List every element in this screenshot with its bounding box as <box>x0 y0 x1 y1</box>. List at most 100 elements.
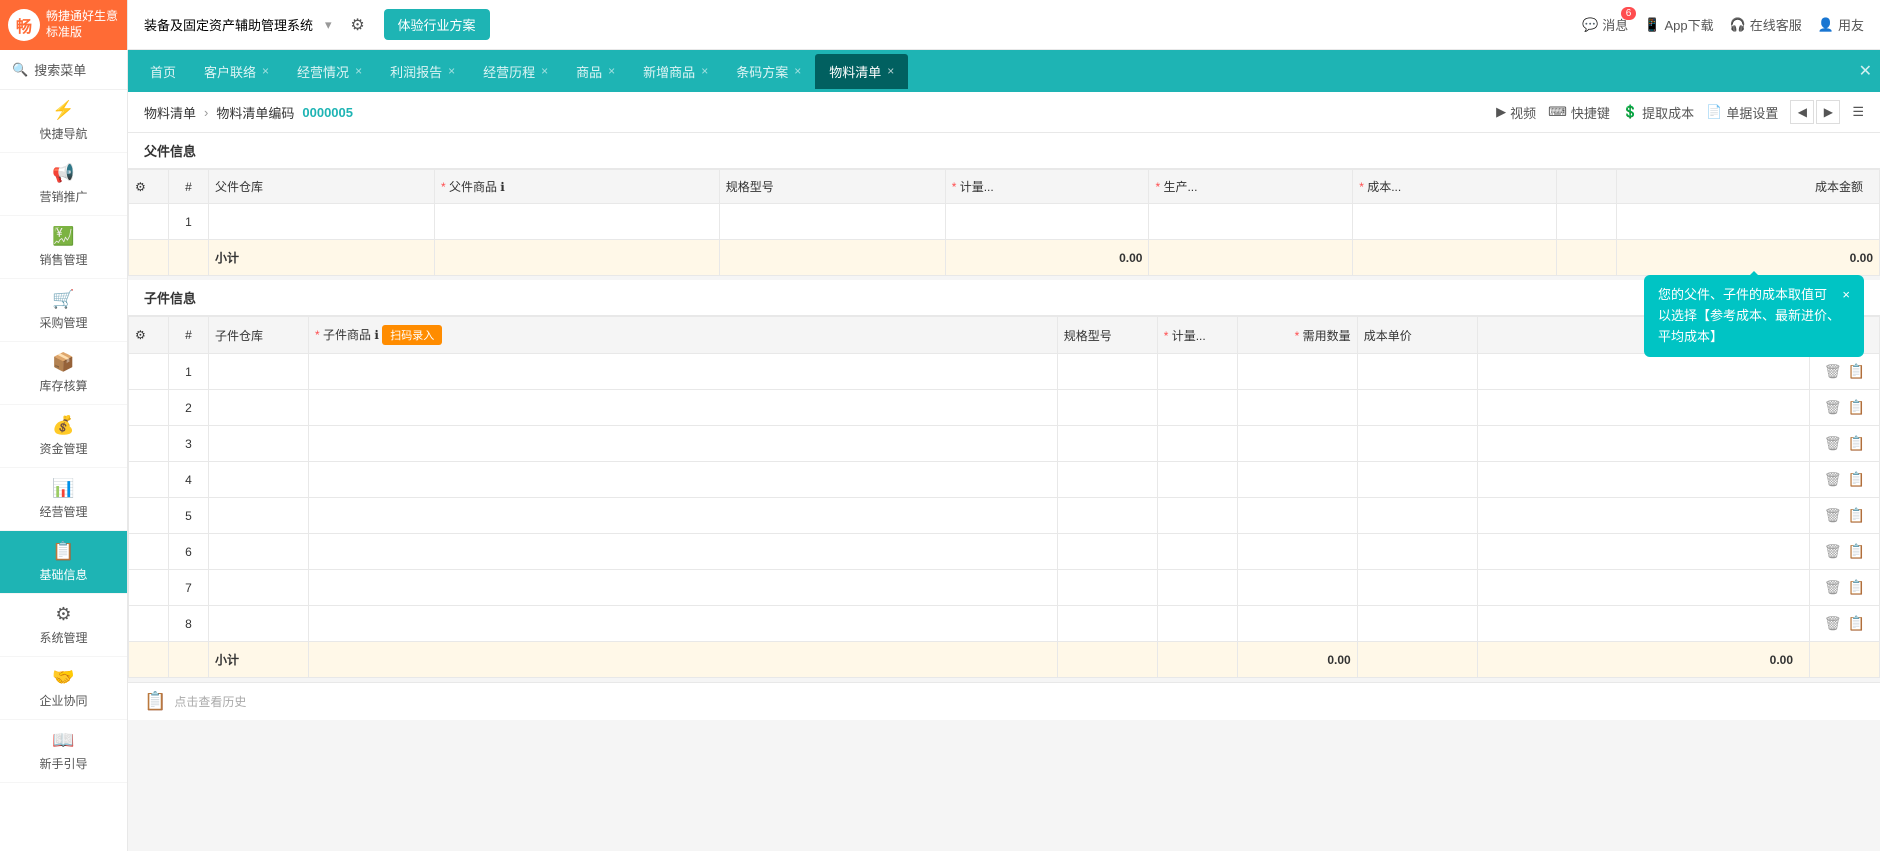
copy-icon-1[interactable]: 📋 <box>1848 399 1865 416</box>
delete-icon-6[interactable]: 🗑 <box>1824 579 1842 596</box>
copy-icon-0[interactable]: 📋 <box>1848 363 1865 380</box>
tab-bom-close[interactable]: × <box>887 64 894 78</box>
tab-history[interactable]: 经营历程 × <box>469 54 562 89</box>
child-row-warehouse-3[interactable] <box>209 462 309 498</box>
setting-button[interactable]: 📄 单据设置 <box>1706 103 1778 122</box>
copy-icon-3[interactable]: 📋 <box>1848 471 1865 488</box>
child-row-quantity-3[interactable] <box>1237 462 1357 498</box>
copy-icon-4[interactable]: 📋 <box>1848 507 1865 524</box>
tab-bom[interactable]: 物料清单 × <box>815 54 908 89</box>
child-row-spec-1[interactable] <box>1057 390 1157 426</box>
child-row-quantity-4[interactable] <box>1237 498 1357 534</box>
parent-row-spec[interactable] <box>719 204 945 240</box>
sidebar-item-system[interactable]: ⚙ 系统管理 <box>0 594 127 657</box>
child-row-quantity-5[interactable] <box>1237 534 1357 570</box>
shortcut-button[interactable]: ⌨ 快捷键 <box>1548 103 1610 122</box>
user-menu[interactable]: 👤 用友 <box>1818 15 1864 34</box>
child-row-unit-2[interactable] <box>1157 426 1237 462</box>
sidebar-item-enterprise[interactable]: 🤝 企业协同 <box>0 657 127 720</box>
cost-button[interactable]: 💲 提取成本 <box>1622 103 1694 122</box>
dropdown-arrow-icon[interactable]: ▾ <box>325 17 332 33</box>
parent-row-cost[interactable] <box>1353 204 1557 240</box>
child-row-unit-price-7[interactable] <box>1357 606 1477 642</box>
breadcrumb-bom[interactable]: 物料清单 <box>144 103 196 122</box>
tab-profit-close[interactable]: × <box>448 64 455 78</box>
tooltip-close-button[interactable]: × <box>1842 285 1850 306</box>
experience-button[interactable]: 体验行业方案 <box>384 9 490 40</box>
prev-arrow[interactable]: ◀ <box>1790 100 1814 124</box>
sidebar-item-finance[interactable]: 💰 资金管理 <box>0 405 127 468</box>
child-col-settings[interactable]: ⚙ <box>129 317 169 354</box>
sidebar-item-quick-nav[interactable]: ⚡ 快捷导航 <box>0 90 127 153</box>
child-row-warehouse-2[interactable] <box>209 426 309 462</box>
child-row-unit-3[interactable] <box>1157 462 1237 498</box>
sidebar-item-sales[interactable]: 💹 销售管理 <box>0 216 127 279</box>
delete-icon-5[interactable]: 🗑 <box>1824 543 1842 560</box>
child-row-spec-3[interactable] <box>1057 462 1157 498</box>
child-row-spec-7[interactable] <box>1057 606 1157 642</box>
search-menu-item[interactable]: 🔍 搜索菜单 <box>0 50 127 90</box>
copy-icon-5[interactable]: 📋 <box>1848 543 1865 560</box>
child-row-product-4[interactable] <box>309 498 1058 534</box>
sidebar-item-inventory[interactable]: 📦 库存核算 <box>0 342 127 405</box>
message-button[interactable]: 💬 消息 6 <box>1582 15 1628 34</box>
child-row-warehouse-6[interactable] <box>209 570 309 606</box>
online-service-button[interactable]: 🎧 在线客服 <box>1730 15 1802 34</box>
child-row-quantity-1[interactable] <box>1237 390 1357 426</box>
delete-icon-2[interactable]: 🗑 <box>1824 435 1842 452</box>
scan-button[interactable]: 扫码录入 <box>382 325 442 345</box>
child-row-unit-price-4[interactable] <box>1357 498 1477 534</box>
child-row-unit-price-5[interactable] <box>1357 534 1477 570</box>
child-row-product-1[interactable] <box>309 390 1058 426</box>
delete-icon-1[interactable]: 🗑 <box>1824 399 1842 416</box>
child-row-quantity-7[interactable] <box>1237 606 1357 642</box>
delete-icon-0[interactable]: 🗑 <box>1824 363 1842 380</box>
tab-barcode-close[interactable]: × <box>794 64 801 78</box>
child-row-unit-price-0[interactable] <box>1357 354 1477 390</box>
child-row-product-3[interactable] <box>309 462 1058 498</box>
child-row-unit-price-6[interactable] <box>1357 570 1477 606</box>
delete-icon-3[interactable]: 🗑 <box>1824 471 1842 488</box>
child-row-quantity-6[interactable] <box>1237 570 1357 606</box>
child-row-unit-price-2[interactable] <box>1357 426 1477 462</box>
close-all-tabs[interactable]: ✕ <box>1859 61 1872 81</box>
child-row-unit-6[interactable] <box>1157 570 1237 606</box>
copy-icon-6[interactable]: 📋 <box>1848 579 1865 596</box>
app-download-button[interactable]: 📱 App下载 <box>1644 15 1713 34</box>
delete-icon-4[interactable]: 🗑 <box>1824 507 1842 524</box>
child-row-unit-1[interactable] <box>1157 390 1237 426</box>
child-row-product-2[interactable] <box>309 426 1058 462</box>
settings-gear-button[interactable]: ⚙ <box>344 11 372 39</box>
child-row-quantity-2[interactable] <box>1237 426 1357 462</box>
child-row-spec-2[interactable] <box>1057 426 1157 462</box>
view-button[interactable]: ▶ 视频 <box>1496 103 1536 122</box>
tab-product-close[interactable]: × <box>608 64 615 78</box>
child-row-product-5[interactable] <box>309 534 1058 570</box>
child-row-unit-price-3[interactable] <box>1357 462 1477 498</box>
child-row-spec-5[interactable] <box>1057 534 1157 570</box>
child-row-warehouse-7[interactable] <box>209 606 309 642</box>
sidebar-item-basic-info[interactable]: 📋 基础信息 <box>0 531 127 594</box>
child-row-product-0[interactable] <box>309 354 1058 390</box>
tab-home[interactable]: 首页 <box>136 54 190 89</box>
parent-row-unit[interactable] <box>945 204 1149 240</box>
child-row-product-6[interactable] <box>309 570 1058 606</box>
copy-icon-2[interactable]: 📋 <box>1848 435 1865 452</box>
child-row-warehouse-4[interactable] <box>209 498 309 534</box>
tab-add-product-close[interactable]: × <box>701 64 708 78</box>
child-row-unit-7[interactable] <box>1157 606 1237 642</box>
child-row-product-7[interactable] <box>309 606 1058 642</box>
child-row-quantity-0[interactable] <box>1237 354 1357 390</box>
tab-history-close[interactable]: × <box>541 64 548 78</box>
parent-col-settings[interactable]: ⚙ <box>129 170 169 204</box>
sidebar-item-management[interactable]: 📊 经营管理 <box>0 468 127 531</box>
child-row-spec-4[interactable] <box>1057 498 1157 534</box>
delete-icon-7[interactable]: 🗑 <box>1824 615 1842 632</box>
tab-barcode[interactable]: 条码方案 × <box>722 54 815 89</box>
child-row-unit-0[interactable] <box>1157 354 1237 390</box>
child-row-unit-price-1[interactable] <box>1357 390 1477 426</box>
tab-add-product[interactable]: 新增商品 × <box>629 54 722 89</box>
next-arrow[interactable]: ▶ <box>1816 100 1840 124</box>
child-row-unit-5[interactable] <box>1157 534 1237 570</box>
tab-product[interactable]: 商品 × <box>562 54 629 89</box>
